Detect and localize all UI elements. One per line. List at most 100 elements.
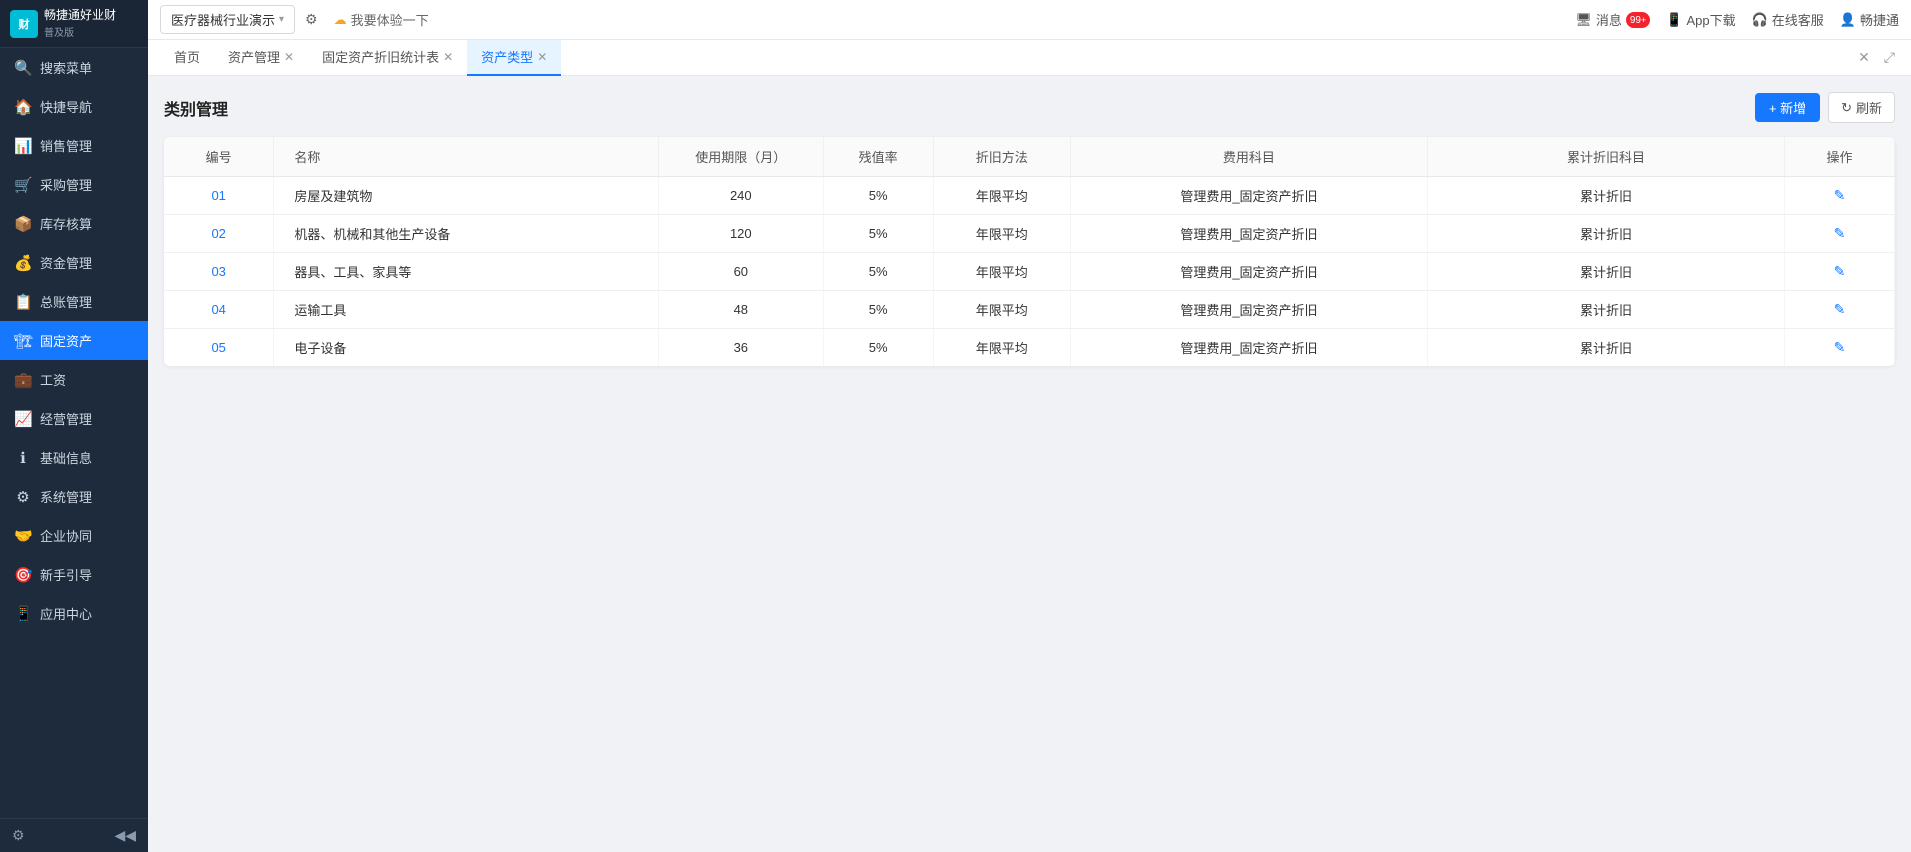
logo-icon: 财 (10, 10, 38, 38)
sidebar-item-basic-info[interactable]: ℹ 基础信息 (0, 438, 148, 477)
row-no-link-3[interactable]: 04 (211, 302, 225, 317)
sidebar-label-guide: 新手引导 (40, 565, 92, 584)
sidebar-label-system: 系统管理 (40, 487, 92, 506)
sidebar-icon-sales: 📊 (14, 137, 32, 155)
row-no-link-4[interactable]: 05 (211, 340, 225, 355)
collapse-icon[interactable]: ◀◀ (114, 827, 136, 844)
tab-asset-mgmt-close[interactable]: ✕ (284, 50, 294, 64)
tab-asset-type-close[interactable]: ✕ (537, 50, 547, 64)
sidebar-icon-ledger: 📋 (14, 293, 32, 311)
sidebar-label-basic-info: 基础信息 (40, 448, 92, 467)
gear-icon[interactable]: ⚙ (305, 11, 318, 28)
sidebar-icon-quick-nav: 🏠 (14, 98, 32, 116)
experience-label: 我要体验一下 (351, 10, 429, 29)
th-ops: 操作 (1785, 137, 1895, 177)
sidebar-label-salary: 工资 (40, 370, 66, 389)
app-download-btn[interactable]: 📱 App下载 (1666, 10, 1735, 29)
edit-icon-3[interactable]: ✎ (1834, 301, 1846, 317)
sidebar-item-operations[interactable]: 📈 经营管理 (0, 399, 148, 438)
online-service-label: 在线客服 (1772, 10, 1824, 29)
cell-no-0: 01 (164, 177, 274, 215)
edit-icon-4[interactable]: ✎ (1834, 339, 1846, 355)
sidebar-item-quick-nav[interactable]: 🏠 快捷导航 (0, 87, 148, 126)
tab-depreciation[interactable]: 固定资产折旧统计表 ✕ (308, 40, 467, 76)
cell-no-2: 03 (164, 253, 274, 291)
refresh-label: 刷新 (1856, 98, 1882, 117)
cell-accum-3: 累计折旧 (1427, 291, 1784, 329)
message-badge: 99+ (1626, 12, 1650, 28)
table-row: 02 机器、机械和其他生产设备 120 5% 年限平均 管理费用_固定资产折旧 … (164, 215, 1895, 253)
cell-ops-0: ✎ (1785, 177, 1895, 215)
app-selector-label: 医疗器械行业演示 (171, 10, 275, 29)
sidebar-item-enterprise[interactable]: 🤝 企业协同 (0, 516, 148, 555)
cell-no-1: 02 (164, 215, 274, 253)
sidebar-label-enterprise: 企业协同 (40, 526, 92, 545)
sidebar-item-fixed-assets[interactable]: 🏗 固定资产 (0, 321, 148, 360)
new-button[interactable]: + 新增 (1755, 93, 1820, 122)
th-residual: 残值率 (823, 137, 933, 177)
sidebar-item-ledger[interactable]: 📋 总账管理 (0, 282, 148, 321)
close-tab-btn[interactable]: ✕ (1854, 47, 1874, 68)
logo-name: 畅捷通好业财 (44, 8, 116, 24)
cell-period-4: 36 (658, 329, 823, 367)
tab-asset-type[interactable]: 资产类型 ✕ (467, 40, 561, 76)
sidebar-label-quick-nav: 快捷导航 (40, 97, 92, 116)
cell-period-1: 120 (658, 215, 823, 253)
sidebar-label-funds: 资金管理 (40, 253, 92, 272)
sidebar-item-guide[interactable]: 🎯 新手引导 (0, 555, 148, 594)
sidebar-item-purchase[interactable]: 🛒 采购管理 (0, 165, 148, 204)
sidebar-menu: 🔍 搜索菜单 🏠 快捷导航 📊 销售管理 🛒 采购管理 📦 库存核算 💰 资金管… (0, 48, 148, 818)
settings-icon[interactable]: ⚙ (12, 827, 25, 844)
cell-residual-4: 5% (823, 329, 933, 367)
tab-asset-mgmt[interactable]: 资产管理 ✕ (214, 40, 308, 76)
online-service-btn[interactable]: 🎧 在线客服 (1752, 10, 1824, 29)
sidebar-item-search[interactable]: 🔍 搜索菜单 (0, 48, 148, 87)
cell-period-0: 240 (658, 177, 823, 215)
edit-icon-2[interactable]: ✎ (1834, 263, 1846, 279)
sidebar-icon-apps: 📱 (14, 605, 32, 623)
cell-name-2: 器具、工具、家具等 (274, 253, 659, 291)
edit-icon-0[interactable]: ✎ (1834, 187, 1846, 203)
cell-name-1: 机器、机械和其他生产设备 (274, 215, 659, 253)
app-selector[interactable]: 医疗器械行业演示 ▾ (160, 5, 295, 34)
sidebar-label-ledger: 总账管理 (40, 292, 92, 311)
table-row: 03 器具、工具、家具等 60 5% 年限平均 管理费用_固定资产折旧 累计折旧… (164, 253, 1895, 291)
sidebar-icon-funds: 💰 (14, 254, 32, 272)
sidebar-label-fixed-assets: 固定资产 (40, 331, 92, 350)
sidebar-item-system[interactable]: ⚙ 系统管理 (0, 477, 148, 516)
refresh-button[interactable]: ↻ 刷新 (1828, 92, 1895, 123)
logo-sub: 普及版 (44, 24, 116, 39)
cloud-icon: ☁ (334, 12, 347, 28)
sidebar-label-operations: 经营管理 (40, 409, 92, 428)
row-no-link-1[interactable]: 02 (211, 226, 225, 241)
tab-depreciation-close[interactable]: ✕ (443, 50, 453, 64)
sidebar-item-sales[interactable]: 📊 销售管理 (0, 126, 148, 165)
tab-home[interactable]: 首页 (160, 40, 214, 76)
category-table: 编号 名称 使用期限（月） 残值率 折旧方法 费用科目 累计折旧科目 操作 01… (164, 137, 1895, 366)
cell-method-4: 年限平均 (933, 329, 1070, 367)
page-header: 类别管理 + 新增 ↻ 刷新 (164, 92, 1895, 123)
content-area: 类别管理 + 新增 ↻ 刷新 编号 名称 使用期限（月） 残值率 折旧方法 费用… (148, 76, 1911, 852)
expand-tab-btn[interactable]: ⤢ (1880, 47, 1899, 68)
cell-accum-0: 累计折旧 (1427, 177, 1784, 215)
sidebar-item-apps[interactable]: 📱 应用中心 (0, 594, 148, 633)
sidebar-item-salary[interactable]: 💼 工资 (0, 360, 148, 399)
sidebar-item-inventory[interactable]: 📦 库存核算 (0, 204, 148, 243)
message-btn[interactable]: 🖥 消息 99+ (1575, 10, 1650, 29)
sidebar-item-funds[interactable]: 💰 资金管理 (0, 243, 148, 282)
cell-method-2: 年限平均 (933, 253, 1070, 291)
table-row: 01 房屋及建筑物 240 5% 年限平均 管理费用_固定资产折旧 累计折旧 ✎ (164, 177, 1895, 215)
edit-icon-1[interactable]: ✎ (1834, 225, 1846, 241)
sidebar-icon-inventory: 📦 (14, 215, 32, 233)
cell-residual-2: 5% (823, 253, 933, 291)
experience-btn[interactable]: ☁ 我要体验一下 (334, 10, 429, 29)
row-no-link-0[interactable]: 01 (211, 188, 225, 203)
cell-accum-4: 累计折旧 (1427, 329, 1784, 367)
cell-expense-3: 管理费用_固定资产折旧 (1070, 291, 1427, 329)
topbar: 医疗器械行业演示 ▾ ⚙ ☁ 我要体验一下 🖥 消息 99+ 📱 App下载 🎧… (148, 0, 1911, 40)
sidebar-icon-fixed-assets: 🏗 (14, 332, 32, 350)
topbar-right: 🖥 消息 99+ 📱 App下载 🎧 在线客服 👤 畅捷通 (1575, 10, 1899, 29)
user-btn[interactable]: 👤 畅捷通 (1840, 10, 1899, 29)
row-no-link-2[interactable]: 03 (211, 264, 225, 279)
table-row: 05 电子设备 36 5% 年限平均 管理费用_固定资产折旧 累计折旧 ✎ (164, 329, 1895, 367)
